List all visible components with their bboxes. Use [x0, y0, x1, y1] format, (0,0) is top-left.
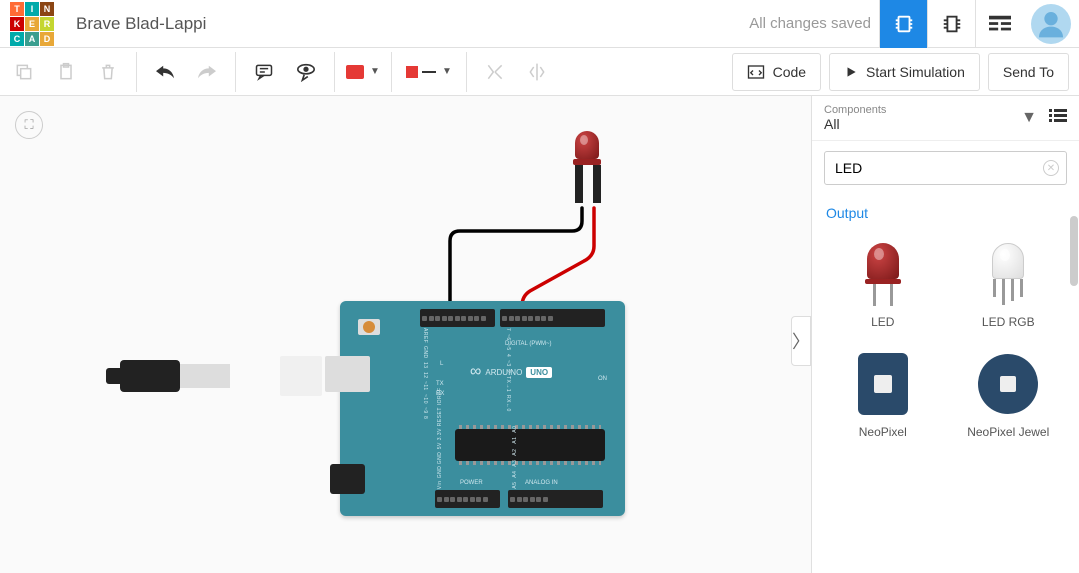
- undo-button[interactable]: [145, 52, 185, 92]
- component-neopixel[interactable]: NeoPixel: [824, 343, 942, 445]
- power-jack: [330, 464, 365, 494]
- arduino-logo-text: ∞ ARDUINO UNO: [470, 363, 552, 381]
- code-label: Code: [773, 64, 806, 80]
- component-led-rgb[interactable]: LED RGB: [950, 233, 1068, 335]
- visibility-toggle-button[interactable]: [286, 52, 326, 92]
- sidebar-collapse-handle[interactable]: 〉: [791, 316, 811, 366]
- clear-search-icon[interactable]: ✕: [1043, 160, 1059, 176]
- category-output-label: Output: [812, 195, 1079, 225]
- app-header: TIN KER CAD Brave Blad-Lappi All changes…: [0, 0, 1079, 48]
- usb-cable[interactable]: [120, 356, 322, 396]
- component-label: NeoPixel Jewel: [967, 425, 1049, 439]
- chevron-down-icon: ▼: [442, 66, 452, 77]
- play-icon: [844, 65, 858, 79]
- user-avatar[interactable]: [1031, 4, 1071, 44]
- component-label: LED RGB: [982, 315, 1035, 329]
- code-button[interactable]: Code: [732, 53, 821, 91]
- start-simulation-label: Start Simulation: [866, 64, 965, 80]
- circuit-canvas[interactable]: ⛶: [0, 96, 811, 573]
- component-search-input[interactable]: [824, 151, 1067, 185]
- chevron-down-icon: ▼: [1021, 109, 1037, 127]
- component-led[interactable]: LED: [824, 233, 942, 335]
- led-component[interactable]: [575, 131, 601, 203]
- mirror-button[interactable]: [517, 52, 557, 92]
- main-area: ⛶: [0, 96, 1079, 573]
- copy-button[interactable]: [4, 52, 44, 92]
- components-sidebar: Components All ▼ ✕ Output LED LED RGB: [811, 96, 1079, 573]
- circuit-view-icon[interactable]: [879, 0, 927, 48]
- l-led-label: L: [440, 361, 443, 367]
- fill-color-picker[interactable]: ▼: [343, 52, 383, 92]
- paste-button[interactable]: [46, 52, 86, 92]
- components-category-dropdown[interactable]: Components All: [824, 104, 1021, 132]
- sidebar-scrollbar[interactable]: [1069, 96, 1079, 573]
- component-grid: LED LED RGB NeoPixel NeoPixel Jewel: [812, 225, 1079, 461]
- toolbar: ▼ ▼ Code Start Simulation Send To: [0, 48, 1079, 96]
- schematic-view-icon[interactable]: [927, 0, 975, 48]
- send-to-label: Send To: [1003, 64, 1054, 80]
- arduino-board[interactable]: AREFGND1312~11~10~98 7~6~54~32TX→1RX←0 D…: [340, 301, 625, 516]
- on-label: ON: [598, 376, 607, 382]
- zoom-to-fit-button[interactable]: ⛶: [15, 111, 43, 139]
- project-name[interactable]: Brave Blad-Lappi: [76, 14, 206, 34]
- reset-button-icon: [358, 319, 380, 335]
- components-value: All: [824, 116, 1021, 132]
- tinkercad-logo[interactable]: TIN KER CAD: [10, 2, 54, 46]
- code-icon: [747, 64, 765, 80]
- analog-label: ANALOG IN: [525, 480, 558, 486]
- usb-port: [325, 356, 370, 392]
- wire-color-picker[interactable]: ▼: [400, 52, 458, 92]
- save-status: All changes saved: [749, 15, 871, 32]
- component-label: LED: [871, 315, 894, 329]
- component-neopixel-jewel[interactable]: NeoPixel Jewel: [950, 343, 1068, 445]
- components-label: Components: [824, 104, 1021, 116]
- component-label: NeoPixel: [859, 425, 907, 439]
- delete-button[interactable]: [88, 52, 128, 92]
- send-to-button[interactable]: Send To: [988, 53, 1069, 91]
- digital-label: DIGITAL (PWM~): [505, 341, 552, 347]
- list-view-icon[interactable]: [1049, 109, 1067, 128]
- annotation-button[interactable]: [244, 52, 284, 92]
- bom-view-icon[interactable]: [975, 0, 1023, 48]
- chevron-down-icon: ▼: [370, 66, 380, 77]
- redo-button[interactable]: [187, 52, 227, 92]
- power-label: POWER: [460, 480, 483, 486]
- rotate-button[interactable]: [475, 52, 515, 92]
- start-simulation-button[interactable]: Start Simulation: [829, 53, 980, 91]
- microcontroller-chip: [455, 429, 605, 461]
